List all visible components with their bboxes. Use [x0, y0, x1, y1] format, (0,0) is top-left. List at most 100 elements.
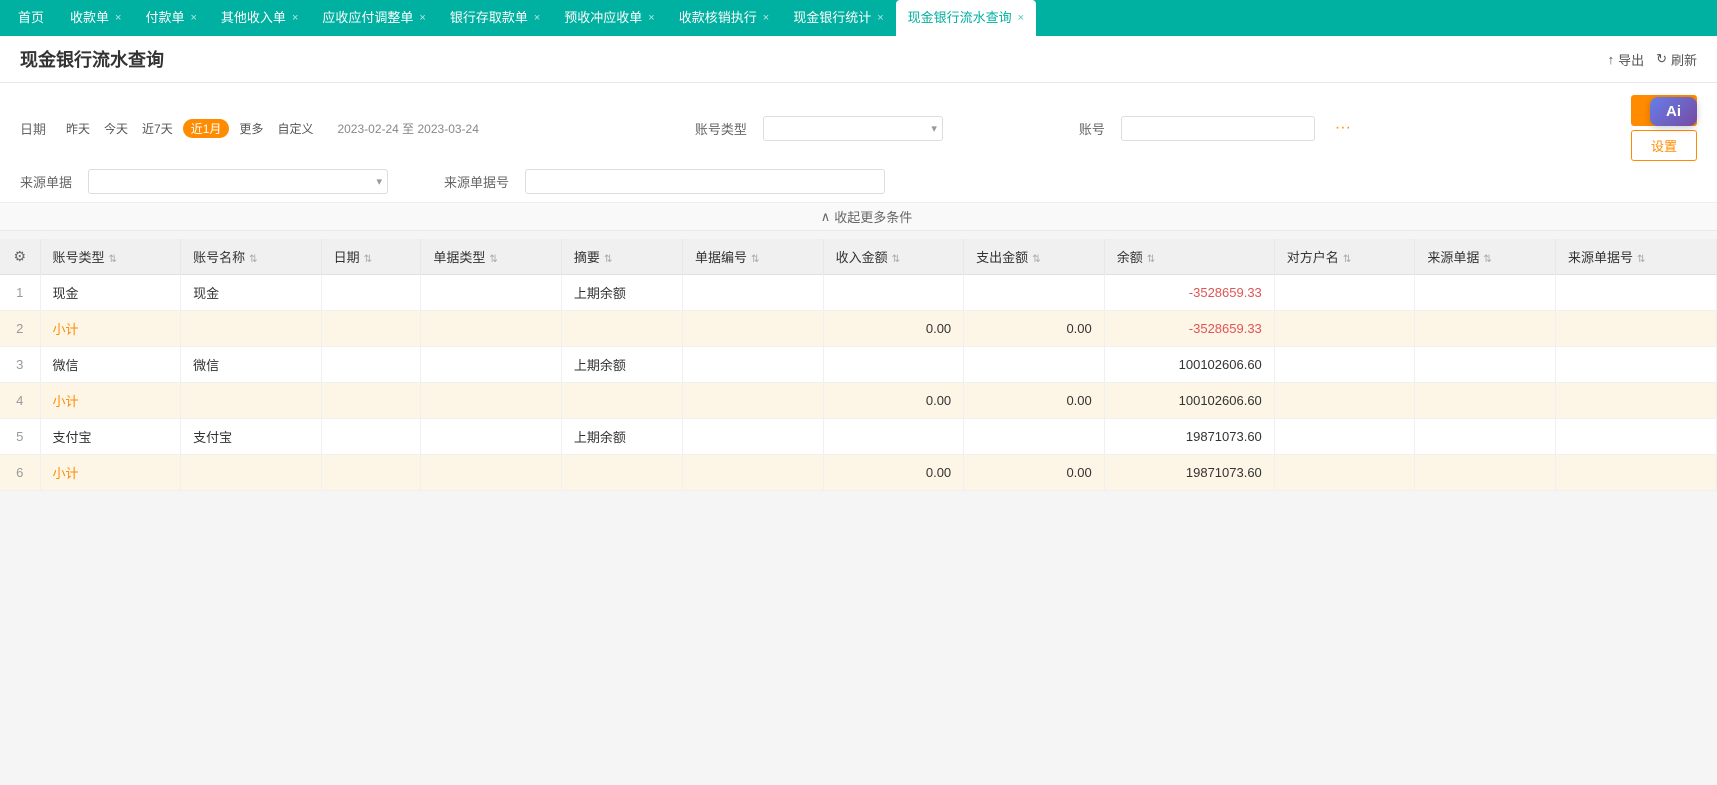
nav-tab-2[interactable]: 其他收入单 ×	[209, 0, 310, 36]
cell-source_doc_no	[1555, 311, 1716, 347]
date-yesterday[interactable]: 昨天	[62, 119, 94, 138]
cell-account_name	[181, 383, 322, 419]
sort-icon: ⇅	[1147, 254, 1155, 265]
nav-tab-8[interactable]: 现金银行流水查询 ×	[896, 0, 1036, 36]
sort-icon: ⇅	[604, 254, 612, 265]
cell-account_type: 现金	[40, 275, 181, 311]
export-button[interactable]: ↑ 导出	[1608, 50, 1645, 69]
col-header-income[interactable]: 收入金额⇅	[823, 239, 964, 275]
row-number: 3	[0, 347, 40, 383]
collapse-button[interactable]: ∧ 收起更多条件	[0, 202, 1717, 230]
cell-summary: 上期余额	[561, 347, 682, 383]
nav-tab-7[interactable]: 现金银行统计 ×	[781, 0, 895, 36]
date-custom[interactable]: 自定义	[273, 119, 317, 138]
cell-income: 0.00	[823, 311, 964, 347]
cell-income: 0.00	[823, 383, 964, 419]
close-icon[interactable]: ×	[190, 0, 196, 36]
table-row: 3微信微信上期余额100102606.60	[0, 347, 1717, 383]
refresh-button[interactable]: ↻ 刷新	[1656, 50, 1697, 69]
cell-account_type: 小计	[40, 383, 181, 419]
cell-source_doc	[1415, 455, 1556, 491]
nav-tab-5[interactable]: 预收冲应收单 ×	[552, 0, 666, 36]
filter-area: 日期 昨天 今天 近7天 近1月 更多 自定义 2023-02-24 至 202…	[0, 83, 1717, 231]
cell-doc_type	[421, 347, 562, 383]
row-number: 5	[0, 419, 40, 455]
sort-icon: ⇅	[109, 254, 117, 265]
nav-tab-6[interactable]: 收款核销执行 ×	[667, 0, 781, 36]
cell-counterpart	[1274, 383, 1415, 419]
collapse-up-icon: ∧	[821, 209, 831, 225]
filter-row-1: 日期 昨天 今天 近7天 近1月 更多 自定义 2023-02-24 至 202…	[20, 95, 1697, 161]
cell-income	[823, 275, 964, 311]
ellipsis-button[interactable]: ···	[1331, 119, 1355, 137]
col-header-balance[interactable]: 余额⇅	[1104, 239, 1274, 275]
sort-icon: ⇅	[249, 254, 257, 265]
cell-balance: 19871073.60	[1104, 455, 1274, 491]
col-settings[interactable]: ⚙	[0, 239, 40, 275]
col-header-expense[interactable]: 支出金额⇅	[964, 239, 1105, 275]
cell-account_type: 小计	[40, 455, 181, 491]
date-1month[interactable]: 近1月	[183, 119, 230, 138]
cell-source_doc_no	[1555, 419, 1716, 455]
settings-icon[interactable]: ⚙	[13, 248, 26, 264]
col-header-counterpart[interactable]: 对方户名⇅	[1274, 239, 1415, 275]
col-header-source-doc[interactable]: 来源单据⇅	[1415, 239, 1556, 275]
date-7days[interactable]: 近7天	[138, 119, 177, 138]
col-header-account-name[interactable]: 账号名称⇅	[181, 239, 322, 275]
col-header-doc-type[interactable]: 单据类型⇅	[421, 239, 562, 275]
nav-tab-0[interactable]: 收款单 ×	[58, 0, 133, 36]
source-doc-select[interactable]	[88, 169, 388, 194]
nav-home[interactable]: 首页	[4, 0, 58, 36]
account-type-label: 账号类型	[695, 119, 747, 138]
close-icon[interactable]: ×	[648, 0, 654, 36]
cell-account_name: 现金	[181, 275, 322, 311]
cell-expense	[964, 419, 1105, 455]
data-table: ⚙ 账号类型⇅ 账号名称⇅ 日期⇅ 单据类型⇅ 摘要⇅ 单据编号	[0, 239, 1717, 491]
date-more[interactable]: 更多	[235, 119, 267, 138]
cell-date	[321, 275, 421, 311]
page-title: 现金银行流水查询	[20, 46, 164, 72]
source-doc-no-input[interactable]	[525, 169, 885, 194]
account-type-select[interactable]: 现金 微信 支付宝	[763, 116, 943, 141]
close-icon[interactable]: ×	[292, 0, 298, 36]
cell-account_name	[181, 455, 322, 491]
close-icon[interactable]: ×	[419, 0, 425, 36]
nav-tab-1[interactable]: 付款单 ×	[133, 0, 208, 36]
row-number: 1	[0, 275, 40, 311]
close-icon[interactable]: ×	[877, 0, 883, 36]
source-doc-select-wrapper: ▾	[88, 169, 388, 194]
settings-button[interactable]: 设置	[1631, 130, 1697, 161]
row-number: 4	[0, 383, 40, 419]
cell-doc_no	[683, 347, 824, 383]
nav-tab-3[interactable]: 应收应付调整单 ×	[310, 0, 437, 36]
cell-balance: 100102606.60	[1104, 383, 1274, 419]
cell-doc_no	[683, 383, 824, 419]
close-icon[interactable]: ×	[534, 0, 540, 36]
sort-icon: ⇅	[1637, 254, 1645, 265]
cell-source_doc	[1415, 419, 1556, 455]
cell-expense: 0.00	[964, 455, 1105, 491]
table-header-row: ⚙ 账号类型⇅ 账号名称⇅ 日期⇅ 单据类型⇅ 摘要⇅ 单据编号	[0, 239, 1717, 275]
nav-tab-4[interactable]: 银行存取款单 ×	[438, 0, 552, 36]
ai-badge[interactable]: Ai	[1650, 97, 1697, 126]
source-doc-no-label: 来源单据号	[444, 172, 509, 191]
close-icon[interactable]: ×	[115, 0, 121, 36]
header-actions: ↑ 导出 ↻ 刷新	[1608, 50, 1697, 69]
table-container: ⚙ 账号类型⇅ 账号名称⇅ 日期⇅ 单据类型⇅ 摘要⇅ 单据编号	[0, 239, 1717, 491]
date-today[interactable]: 今天	[100, 119, 132, 138]
close-icon[interactable]: ×	[1018, 0, 1024, 36]
cell-doc_no	[683, 311, 824, 347]
cell-account_name: 支付宝	[181, 419, 322, 455]
account-input[interactable]	[1121, 116, 1315, 141]
col-header-account-type[interactable]: 账号类型⇅	[40, 239, 181, 275]
col-header-summary[interactable]: 摘要⇅	[561, 239, 682, 275]
col-header-date[interactable]: 日期⇅	[321, 239, 421, 275]
cell-date	[321, 383, 421, 419]
cell-balance: -3528659.33	[1104, 311, 1274, 347]
close-icon[interactable]: ×	[763, 0, 769, 36]
cell-income: 0.00	[823, 455, 964, 491]
col-header-source-doc-no[interactable]: 来源单据号⇅	[1555, 239, 1716, 275]
cell-expense	[964, 347, 1105, 383]
table-row: 2小计0.000.00-3528659.33	[0, 311, 1717, 347]
col-header-doc-no[interactable]: 单据编号⇅	[683, 239, 824, 275]
